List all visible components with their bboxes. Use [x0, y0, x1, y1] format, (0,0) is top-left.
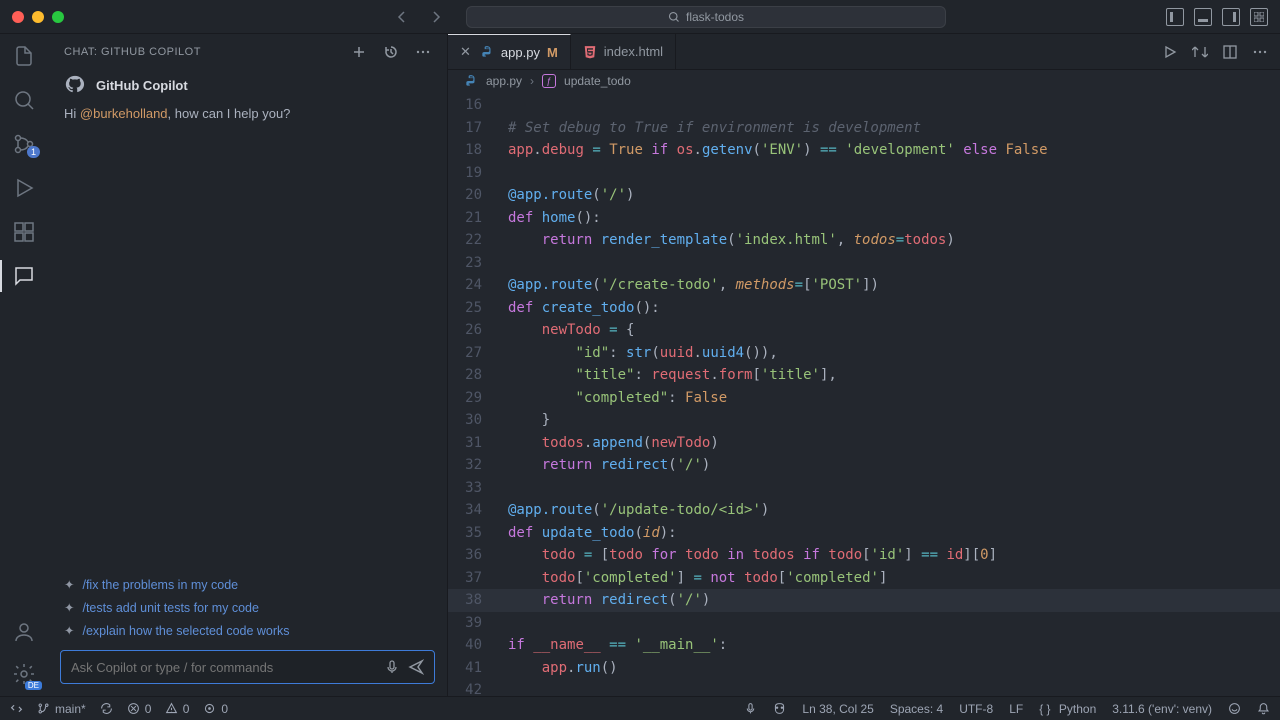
command-center[interactable]: flask-todos [466, 6, 946, 28]
run-debug-icon[interactable] [12, 176, 36, 200]
indentation[interactable]: Spaces: 4 [890, 702, 943, 716]
suggestion-fix[interactable]: ✦/fix the problems in my code [64, 573, 431, 596]
chat-header-title: CHAT: GITHUB COPILOT [64, 46, 201, 58]
new-chat-icon[interactable] [351, 44, 367, 60]
settings-badge: DE [25, 681, 42, 690]
problems[interactable]: 0 0 [127, 702, 190, 716]
chat-sender: GitHub Copilot [96, 78, 188, 93]
command-center-text: flask-todos [686, 10, 744, 24]
editor-tabs: ✕ app.py M index.html [448, 34, 1280, 70]
titlebar: flask-todos [0, 0, 1280, 34]
remote-indicator[interactable] [10, 702, 23, 715]
html-file-icon [583, 45, 597, 59]
breadcrumb[interactable]: app.py › ƒ update_todo [448, 70, 1280, 92]
tab-modified-indicator: M [547, 45, 558, 60]
layout-primary-sidebar-icon[interactable] [1166, 8, 1184, 26]
feedback-icon[interactable] [1228, 702, 1241, 715]
notifications-icon[interactable] [1257, 702, 1270, 715]
tab-app-py[interactable]: ✕ app.py M [448, 34, 571, 69]
mic-status-icon[interactable] [744, 702, 757, 715]
more-icon[interactable] [1252, 44, 1268, 60]
run-icon[interactable] [1162, 44, 1178, 60]
scm-badge: 1 [27, 146, 40, 158]
chevron-right-icon: › [530, 74, 534, 88]
extensions-icon[interactable] [12, 220, 36, 244]
layout-secondary-sidebar-icon[interactable] [1222, 8, 1240, 26]
explorer-icon[interactable] [12, 44, 36, 68]
sync-button[interactable] [100, 702, 113, 715]
account-icon[interactable] [12, 620, 36, 644]
split-editor-icon[interactable] [1222, 44, 1238, 60]
python-file-icon [464, 74, 478, 88]
source-control-icon[interactable]: 1 [12, 132, 36, 156]
window-close[interactable] [12, 11, 24, 23]
mic-icon[interactable] [384, 659, 400, 675]
language-mode[interactable]: { } Python [1039, 702, 1096, 716]
more-icon[interactable] [415, 44, 431, 60]
python-interpreter[interactable]: 3.11.6 ('env': venv) [1112, 702, 1212, 716]
copilot-status-icon[interactable] [773, 702, 786, 715]
send-icon[interactable] [408, 659, 424, 675]
breadcrumb-file: app.py [486, 74, 522, 88]
search-icon [668, 11, 680, 23]
suggestion-tests[interactable]: ✦/tests add unit tests for my code [64, 596, 431, 619]
chat-input-field[interactable] [71, 660, 376, 675]
chat-suggestions: ✦/fix the problems in my code ✦/tests ad… [48, 573, 447, 642]
window-minimize[interactable] [32, 11, 44, 23]
history-icon[interactable] [383, 44, 399, 60]
window-maximize[interactable] [52, 11, 64, 23]
code-editor[interactable]: 16 17# Set debug to True if environment … [448, 92, 1280, 696]
tab-label: index.html [604, 44, 663, 59]
python-file-icon [480, 45, 494, 59]
editor-area: ✕ app.py M index.html app.py [448, 34, 1280, 696]
chat-greeting: Hi @burkeholland, how can I help you? [64, 104, 431, 124]
tab-label: app.py [501, 45, 540, 60]
search-icon[interactable] [12, 88, 36, 112]
sparkle-icon: ✦ [64, 623, 74, 638]
sparkle-icon: ✦ [64, 600, 74, 615]
chat-icon[interactable] [12, 264, 36, 288]
suggestion-explain[interactable]: ✦/explain how the selected code works [64, 619, 431, 642]
cursor-position[interactable]: Ln 38, Col 25 [802, 702, 873, 716]
breadcrumb-symbol: update_todo [564, 74, 631, 88]
tab-index-html[interactable]: index.html [571, 34, 676, 69]
nav-forward-icon[interactable] [428, 9, 444, 25]
nav-back-icon[interactable] [394, 9, 410, 25]
close-icon[interactable]: ✕ [460, 44, 471, 60]
chat-input[interactable] [60, 650, 435, 684]
status-bar: main* 0 0 0 Ln 38, Col 25 Spaces: 4 UTF-… [0, 696, 1280, 720]
chat-panel: CHAT: GITHUB COPILOT GitHub Copilot Hi @… [48, 34, 448, 696]
layout-panel-icon[interactable] [1194, 8, 1212, 26]
encoding[interactable]: UTF-8 [959, 702, 993, 716]
settings-gear-icon[interactable]: DE [12, 662, 36, 686]
function-symbol-icon: ƒ [542, 74, 556, 88]
compare-changes-icon[interactable] [1192, 44, 1208, 60]
layout-customize-icon[interactable] [1250, 8, 1268, 26]
activity-bar: 1 DE [0, 34, 48, 696]
github-copilot-icon [64, 74, 86, 96]
ports[interactable]: 0 [203, 702, 228, 716]
eol[interactable]: LF [1009, 702, 1023, 716]
git-branch[interactable]: main* [37, 702, 86, 716]
sparkle-icon: ✦ [64, 577, 74, 592]
